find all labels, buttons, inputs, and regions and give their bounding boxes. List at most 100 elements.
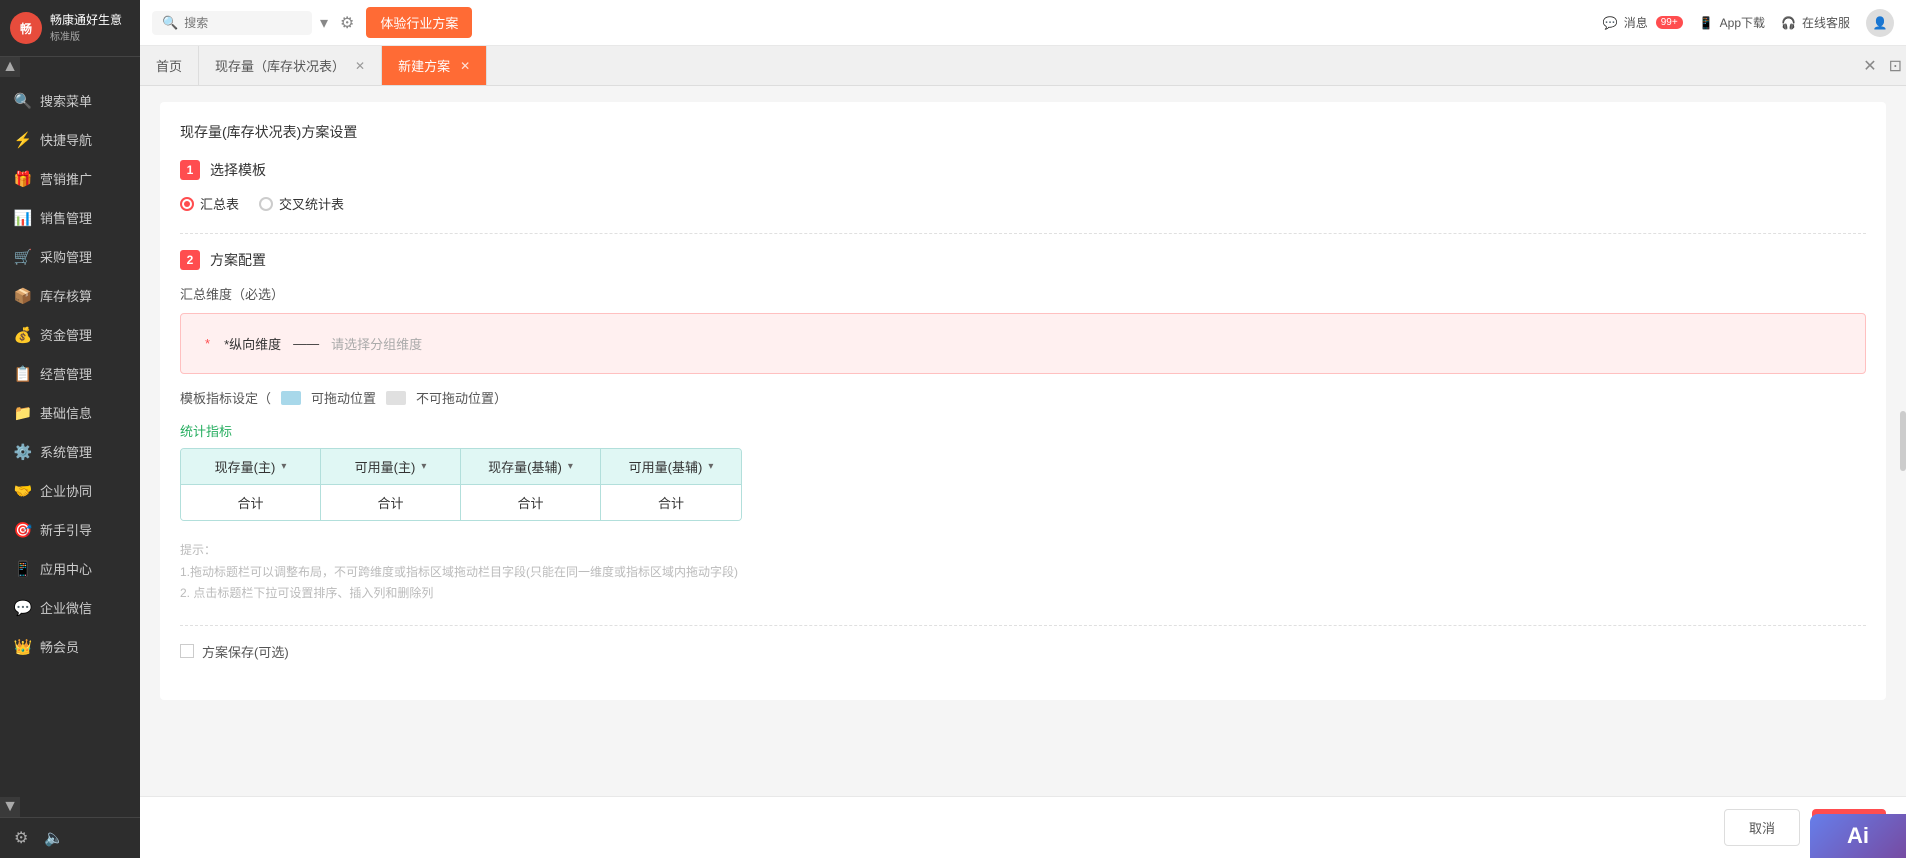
- save-checkbox[interactable]: [180, 644, 194, 658]
- app-name-block: 畅康通好生意 标准版: [50, 13, 122, 44]
- tab-home-label: 首页: [156, 56, 182, 75]
- save-checkbox-row: 方案保存(可选): [180, 642, 1866, 661]
- search-input[interactable]: [184, 16, 294, 30]
- sidebar-item-label: 新手引导: [40, 520, 92, 539]
- footer: 取消 查询: [140, 796, 1906, 858]
- template-radio-group: 汇总表 交叉统计表: [180, 194, 1866, 213]
- sidebar-item-label: 基础信息: [40, 403, 92, 422]
- enterprise-icon: 🤝: [14, 482, 32, 500]
- trial-button[interactable]: 体验行业方案: [366, 7, 472, 38]
- stats-col4-header[interactable]: 可用量(基辅) ▾: [601, 449, 741, 484]
- col1-chevron-icon[interactable]: ▾: [281, 461, 286, 472]
- step2-num: 2: [180, 250, 200, 270]
- divider-2: [180, 625, 1866, 626]
- content-panel: 现存量(库存状况表)方案设置 1 选择模板 汇总表 交叉统计表: [160, 102, 1886, 700]
- maximize-icon[interactable]: ⊡: [1885, 56, 1906, 76]
- messages-badge: 99+: [1656, 16, 1683, 29]
- col4-chevron-icon[interactable]: ▾: [708, 461, 713, 472]
- stats-table: 现存量(主) ▾ 可用量(主) ▾ 现存量(基辅) ▾: [180, 448, 742, 521]
- dimension-box: * *纵向维度 —— 请选择分组维度: [180, 313, 1866, 374]
- draggable-indicator-box: [281, 391, 301, 405]
- stats-col3-body: 合计: [461, 484, 601, 520]
- tab-new-scheme-close[interactable]: ✕: [460, 59, 470, 73]
- minimize-icon[interactable]: ✕: [1859, 56, 1880, 76]
- sidebar-item-new-guide[interactable]: 🎯 新手引导: [0, 510, 140, 549]
- sidebar-item-operations[interactable]: 📋 经营管理: [0, 354, 140, 393]
- sidebar-item-purchase[interactable]: 🛒 采购管理: [0, 237, 140, 276]
- main-area: 🔍 ▾ ⚙ 体验行业方案 💬 消息 99+ 📱 App下载 🎧 在线客服 👤: [140, 0, 1906, 858]
- stats-col3-header[interactable]: 现存量(基辅) ▾: [461, 449, 601, 484]
- sidebar-item-app-center[interactable]: 📱 应用中心: [0, 549, 140, 588]
- stats-col1-header[interactable]: 现存量(主) ▾: [181, 449, 321, 484]
- messages-group[interactable]: 💬 消息 99+: [1603, 14, 1683, 31]
- operations-icon: 📋: [14, 365, 32, 383]
- stats-col1-sub: 合计: [237, 493, 263, 512]
- tab-inventory-close[interactable]: ✕: [355, 59, 365, 73]
- fixed-indicator-box: [386, 391, 406, 405]
- stats-body-row: 合计 合计 合计 合计: [181, 484, 741, 520]
- stats-col2-header[interactable]: 可用量(主) ▾: [321, 449, 461, 484]
- sidebar-item-label: 库存核算: [40, 286, 92, 305]
- tab-inventory-status[interactable]: 现存量（库存状况表） ✕: [199, 46, 382, 85]
- online-service-group[interactable]: 🎧 在线客服: [1781, 14, 1850, 31]
- sidebar-item-finance[interactable]: 💰 资金管理: [0, 315, 140, 354]
- settings-icon[interactable]: ⚙: [14, 828, 28, 848]
- content-area: 现存量(库存状况表)方案设置 1 选择模板 汇总表 交叉统计表: [140, 86, 1906, 796]
- col2-chevron-icon[interactable]: ▾: [421, 461, 426, 472]
- sidebar-item-enterprise[interactable]: 🤝 企业协同: [0, 471, 140, 510]
- col3-chevron-icon[interactable]: ▾: [568, 461, 573, 472]
- topbar-gear-icon[interactable]: ⚙: [340, 13, 354, 33]
- sidebar-item-quick-nav[interactable]: ⚡ 快捷导航: [0, 120, 140, 159]
- step2-section: 2 方案配置 汇总维度（必选） * *纵向维度 —— 请选择分组维度 模板指标设…: [180, 250, 1866, 605]
- sidebar-item-basic-info[interactable]: 📁 基础信息: [0, 393, 140, 432]
- stats-col3-sub: 合计: [517, 493, 543, 512]
- sidebar-item-wechat[interactable]: 💬 企业微信: [0, 588, 140, 627]
- sidebar-item-search-menu[interactable]: 🔍 搜索菜单: [0, 81, 140, 120]
- tab-new-scheme[interactable]: 新建方案 ✕: [382, 46, 487, 85]
- system-icon: ⚙️: [14, 443, 32, 461]
- tips-section: 提示： 1.拖动标题栏可以调整布局，不可跨维度或指标区域拖动栏目字段(只能在同一…: [180, 540, 1866, 605]
- divider-1: [180, 233, 1866, 234]
- cancel-button[interactable]: 取消: [1724, 809, 1800, 846]
- sidebar-scroll-down[interactable]: ▼: [0, 797, 20, 817]
- window-controls: ✕ ⊡: [1859, 56, 1906, 76]
- fixed-label: 不可拖动位置）: [416, 388, 507, 407]
- panel-title: 现存量(库存状况表)方案设置: [180, 122, 1866, 142]
- new-guide-icon: 🎯: [14, 521, 32, 539]
- sidebar-item-sales[interactable]: 📊 销售管理: [0, 198, 140, 237]
- finance-icon: 💰: [14, 326, 32, 344]
- messages-label: 消息: [1624, 14, 1648, 31]
- resize-handle[interactable]: [1900, 411, 1906, 471]
- app-download-group[interactable]: 📱 App下载: [1699, 14, 1765, 31]
- speaker-icon[interactable]: 🔈: [44, 828, 64, 848]
- topbar-dropdown-icon[interactable]: ▾: [320, 13, 328, 33]
- sidebar-item-system[interactable]: ⚙️ 系统管理: [0, 432, 140, 471]
- sidebar-item-label: 快捷导航: [40, 130, 92, 149]
- tab-home[interactable]: 首页: [140, 46, 199, 85]
- app-logo-icon: 畅: [10, 12, 42, 44]
- topbar: 🔍 ▾ ⚙ 体验行业方案 💬 消息 99+ 📱 App下载 🎧 在线客服 👤: [140, 0, 1906, 46]
- sidebar-item-inventory[interactable]: 📦 库存核算: [0, 276, 140, 315]
- radio-summary-dot: [180, 197, 194, 211]
- tips-item-2: 2. 点击标题栏下拉可设置排序、插入列和删除列: [180, 583, 1866, 605]
- sidebar-item-label: 畅会员: [40, 637, 79, 656]
- app-center-icon: 📱: [14, 560, 32, 578]
- radio-cross[interactable]: 交叉统计表: [259, 194, 344, 213]
- sidebar-item-label: 企业微信: [40, 598, 92, 617]
- ai-badge[interactable]: Ai: [1810, 814, 1906, 858]
- draggable-label: 可拖动位置: [311, 388, 376, 407]
- template-indicator-label: 模板指标设定（: [180, 388, 271, 407]
- search-menu-icon: 🔍: [14, 92, 32, 110]
- sidebar-item-vip[interactable]: 👑 畅会员: [0, 627, 140, 666]
- tips-title: 提示：: [180, 543, 216, 557]
- sidebar-bottom: ⚙ 🔈: [0, 817, 140, 858]
- sidebar-item-marketing[interactable]: 🎁 营销推广: [0, 159, 140, 198]
- stats-title: 统计指标: [180, 421, 1866, 440]
- radio-summary[interactable]: 汇总表: [180, 194, 239, 213]
- stats-col3-label: 现存量(基辅): [488, 457, 562, 476]
- headset-icon: 🎧: [1781, 16, 1796, 30]
- user-avatar[interactable]: 👤: [1866, 9, 1894, 37]
- sidebar-scroll-up[interactable]: ▲: [0, 57, 20, 77]
- stats-col1-body: 合计: [181, 484, 321, 520]
- topbar-search-box: 🔍: [152, 11, 312, 35]
